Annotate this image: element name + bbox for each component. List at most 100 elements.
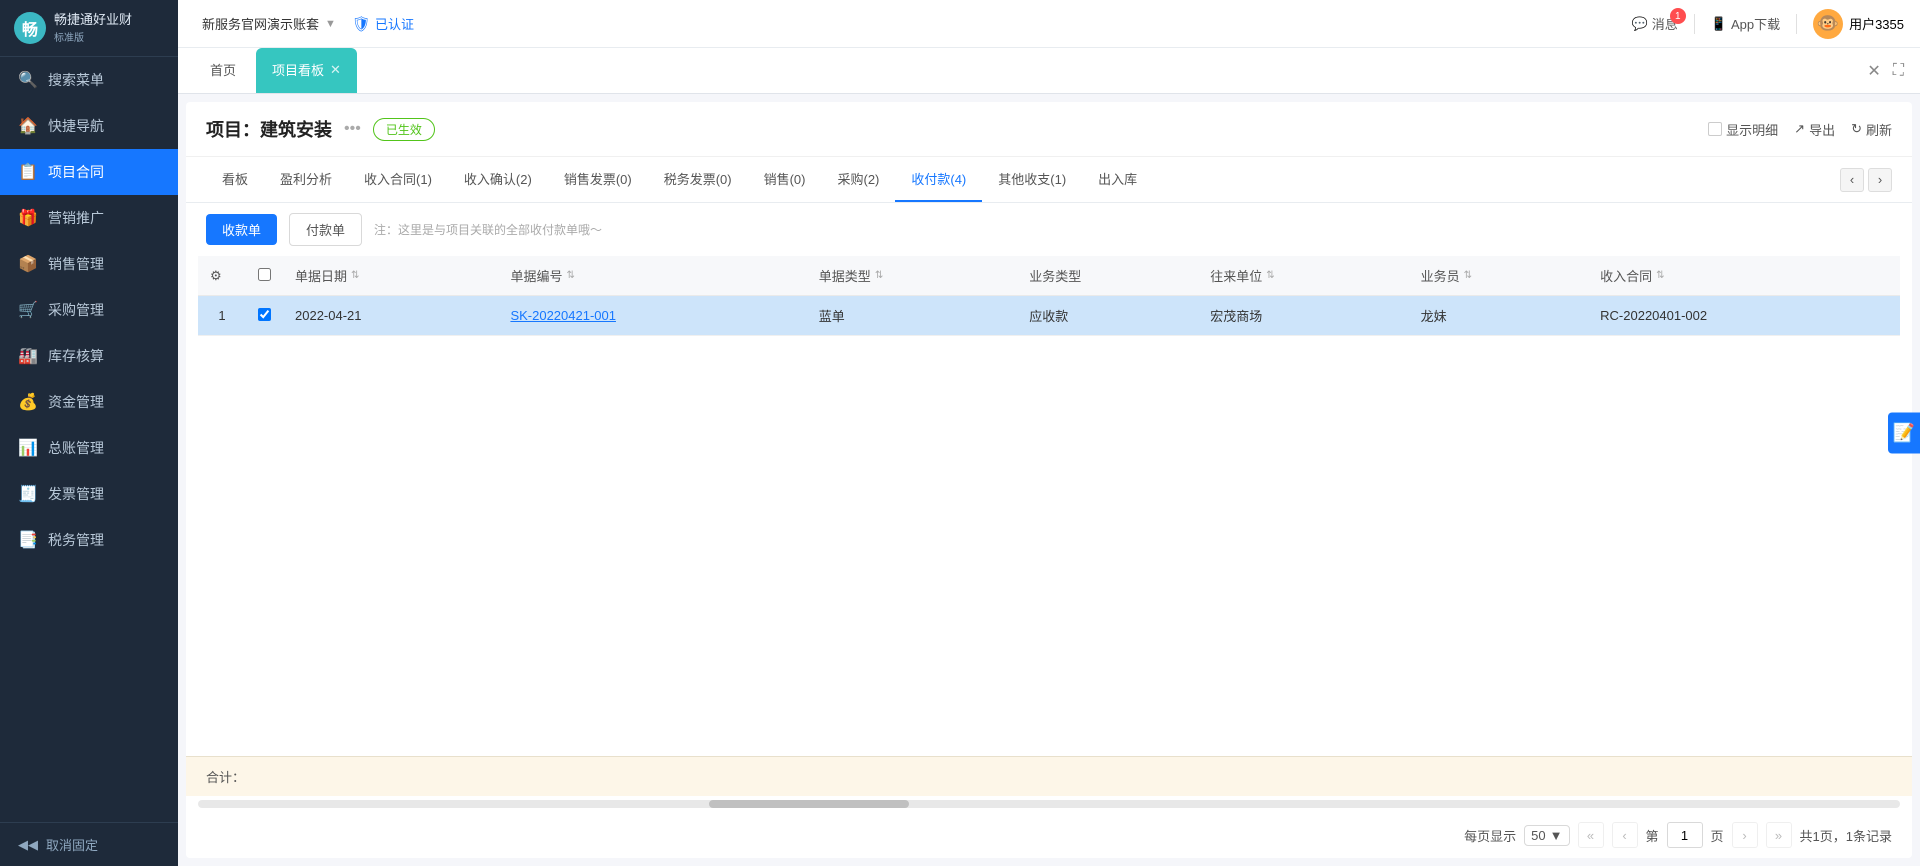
sort-number-icon: ⇅	[566, 270, 574, 281]
sub-tab-payment-label: 收付款(4)	[911, 172, 966, 187]
account-chevron-icon: ▼	[325, 18, 336, 30]
th-partner-label: 往来单位	[1210, 266, 1262, 285]
account-selector[interactable]: 新服务官网演示账套 ▼	[194, 10, 344, 37]
export-button[interactable]: ↗ 导出	[1794, 120, 1835, 139]
page-suffix: 页	[1711, 826, 1724, 845]
sub-tab-profit[interactable]: 盈利分析	[264, 157, 348, 202]
sidebar-item-inventory[interactable]: 🏭 库存核算	[0, 333, 178, 379]
sub-tab-tax-invoice[interactable]: 税务发票(0)	[648, 157, 748, 202]
total-pages-label: 共1页，1条记录	[1800, 826, 1892, 845]
sub-tab-purchase-label: 采购(2)	[837, 172, 879, 187]
window-maximize-icon[interactable]: ⛶	[1893, 62, 1904, 80]
sub-tab-sales-label: 销售(0)	[764, 172, 806, 187]
sidebar-item-nav-label: 快捷导航	[48, 116, 104, 136]
sub-tab-sales[interactable]: 销售(0)	[748, 157, 822, 202]
th-type[interactable]: 单据类型 ⇅	[807, 256, 1017, 296]
sort-partner-icon: ⇅	[1266, 270, 1274, 281]
sidebar-scroll: 🔍 搜索菜单 🏠 快捷导航 📋 项目合同 🎁 营销推广 📦 销售管理 🛒 采购管…	[0, 57, 178, 822]
logo-sub: 标准版	[54, 29, 132, 44]
topbar-left: 新服务官网演示账套 ▼ 🛡 已认证	[194, 10, 1620, 37]
sidebar-item-tax[interactable]: 📑 税务管理	[0, 517, 178, 563]
sidebar-item-nav[interactable]: 🏠 快捷导航	[0, 103, 178, 149]
sidebar-item-ledger[interactable]: 📊 总账管理	[0, 425, 178, 471]
th-income-contract[interactable]: 收入合同 ⇅	[1588, 256, 1900, 296]
sidebar-item-finance[interactable]: 💰 资金管理	[0, 379, 178, 425]
phone-icon: 📱	[1711, 16, 1727, 32]
scroll-bar[interactable]	[198, 800, 1900, 808]
sub-tab-sales-invoice-label: 销售发票(0)	[564, 172, 632, 187]
sub-tab-income-confirm[interactable]: 收入确认(2)	[448, 157, 548, 202]
sidebar-item-sales[interactable]: 📦 销售管理	[0, 241, 178, 287]
sub-tab-other-expense[interactable]: 其他收支(1)	[982, 157, 1082, 202]
sub-tab-sales-invoice[interactable]: 销售发票(0)	[548, 157, 648, 202]
avatar: 🐵	[1813, 9, 1843, 39]
sub-tab-payment[interactable]: 收付款(4)	[895, 157, 982, 202]
project-header-right: 显示明细 ↗ 导出 ↻ 刷新	[1708, 120, 1892, 139]
select-all-checkbox[interactable]	[258, 268, 271, 281]
float-panel[interactable]: 📝	[1888, 413, 1920, 454]
prev-page-button[interactable]: ‹	[1612, 822, 1638, 848]
tab-close-icon[interactable]: ✕	[330, 62, 341, 78]
user-info[interactable]: 🐵 用户3355	[1813, 9, 1904, 39]
th-biz-type: 业务类型	[1017, 256, 1198, 296]
topbar: 新服务官网演示账套 ▼ 🛡 已认证 💬 消息 1 📱 App下载 🐵 用	[178, 0, 1920, 48]
table-wrap: ⚙ 单据日期 ⇅	[186, 256, 1912, 756]
page-input[interactable]	[1667, 822, 1703, 848]
last-page-button[interactable]: »	[1766, 822, 1792, 848]
sub-tab-next-arrow[interactable]: ›	[1868, 168, 1892, 192]
sub-tab-in-out[interactable]: 出入库	[1082, 157, 1153, 202]
row-biz-type: 应收款	[1017, 296, 1198, 336]
refresh-icon: ↻	[1851, 121, 1862, 137]
window-close-icon[interactable]: ✕	[1867, 61, 1880, 81]
sub-tab-purchase[interactable]: 采购(2)	[821, 157, 895, 202]
th-number-label: 单据编号	[510, 266, 562, 285]
table-footer: 合计：	[186, 756, 1912, 796]
sales-nav-icon: 📦	[18, 254, 38, 274]
sub-tab-prev-arrow[interactable]: ‹	[1840, 168, 1864, 192]
scroll-bar-area	[186, 796, 1912, 812]
sidebar: 畅 畅捷通好业财 标准版 🔍 搜索菜单 🏠 快捷导航 📋 项目合同 🎁 营销推广…	[0, 0, 178, 866]
first-page-button[interactable]: «	[1578, 822, 1604, 848]
show-detail-label: 显示明细	[1726, 120, 1778, 139]
sidebar-item-marketing[interactable]: 🎁 营销推广	[0, 195, 178, 241]
per-page-select[interactable]: 50 ▼	[1524, 825, 1569, 846]
th-checkbox[interactable]	[246, 256, 283, 296]
th-setting[interactable]: ⚙	[198, 256, 246, 296]
app-download-button[interactable]: 📱 App下载	[1711, 14, 1780, 33]
project-more-icon[interactable]: •••	[344, 120, 361, 138]
message-icon: 💬	[1632, 16, 1648, 32]
tab-home[interactable]: 首页	[194, 48, 252, 93]
sidebar-item-project[interactable]: 📋 项目合同	[0, 149, 178, 195]
th-income-contract-label: 收入合同	[1600, 266, 1652, 285]
tab-project-board[interactable]: 项目看板 ✕	[256, 48, 357, 93]
sub-tab-board[interactable]: 看板	[206, 157, 264, 202]
row-number-link[interactable]: SK-20220421-001	[510, 308, 616, 323]
row-checkbox[interactable]	[258, 308, 271, 321]
receipt-tab-button[interactable]: 收款单	[206, 214, 277, 245]
tab-window-btns: ✕ ⛶	[1867, 61, 1904, 81]
sidebar-item-sales-label: 销售管理	[48, 254, 104, 274]
payment-tab-button[interactable]: 付款单	[289, 213, 362, 246]
message-button[interactable]: 💬 消息 1	[1632, 14, 1678, 33]
th-salesman[interactable]: 业务员 ⇅	[1409, 256, 1589, 296]
row-checkbox-cell[interactable]	[246, 296, 283, 336]
row-salesman: 龙妹	[1409, 296, 1589, 336]
scroll-thumb[interactable]	[709, 800, 909, 808]
th-date[interactable]: 单据日期 ⇅	[283, 256, 498, 296]
topbar-divider	[1694, 14, 1695, 34]
sidebar-item-search[interactable]: 🔍 搜索菜单	[0, 57, 178, 103]
refresh-button[interactable]: ↻ 刷新	[1851, 120, 1892, 139]
per-page-chevron-icon: ▼	[1550, 828, 1563, 843]
topbar-right: 💬 消息 1 📱 App下载 🐵 用户3355	[1632, 9, 1904, 39]
row-date: 2022-04-21	[283, 296, 498, 336]
sidebar-unpin[interactable]: ◀◀ 取消固定	[0, 822, 178, 866]
sidebar-item-ledger-label: 总账管理	[48, 438, 104, 458]
next-page-button[interactable]: ›	[1732, 822, 1758, 848]
sidebar-item-invoice[interactable]: 🧾 发票管理	[0, 471, 178, 517]
sidebar-item-purchase[interactable]: 🛒 采购管理	[0, 287, 178, 333]
th-partner[interactable]: 往来单位 ⇅	[1198, 256, 1408, 296]
sub-tab-income-contract[interactable]: 收入合同(1)	[348, 157, 448, 202]
show-detail-checkbox[interactable]: 显示明细	[1708, 120, 1778, 139]
th-number[interactable]: 单据编号 ⇅	[498, 256, 806, 296]
logo-text: 畅捷通好业财	[54, 12, 132, 29]
